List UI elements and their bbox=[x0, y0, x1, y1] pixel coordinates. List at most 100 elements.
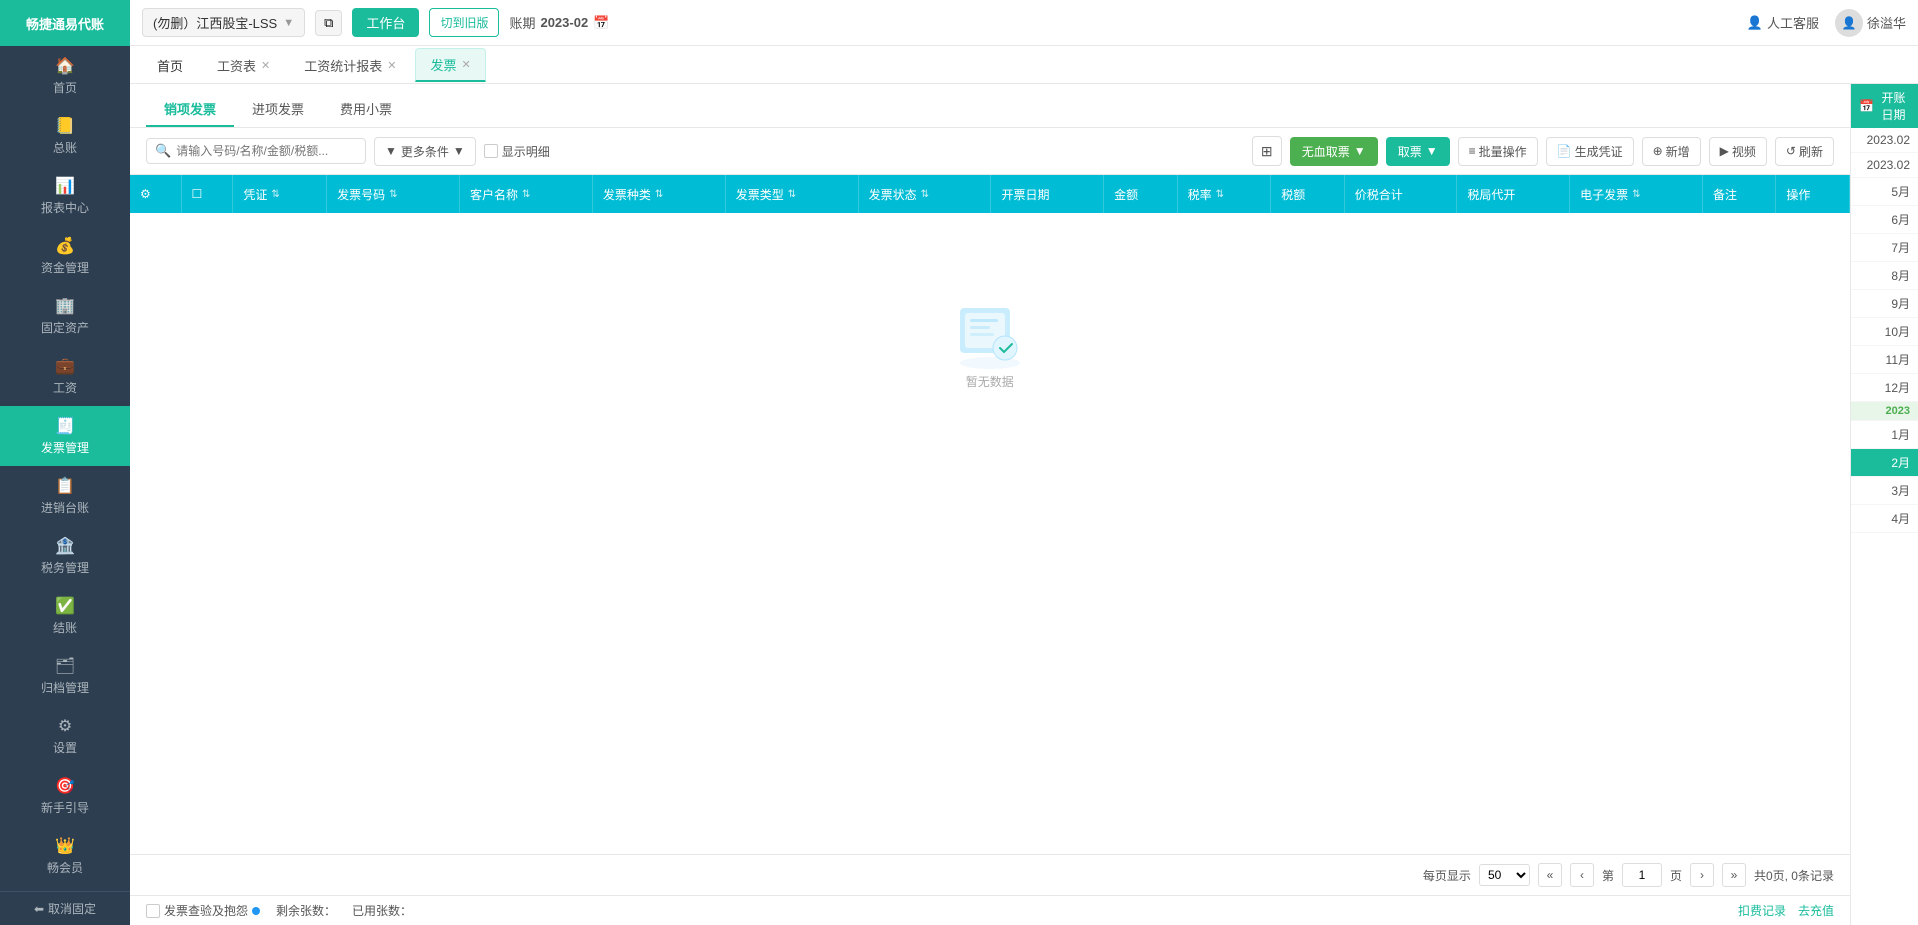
panel-collapse-btn[interactable]: ‹ bbox=[1850, 485, 1851, 525]
date-item-12[interactable]: 2月 bbox=[1851, 449, 1918, 477]
sort-voucher[interactable]: ⇅ bbox=[271, 189, 279, 200]
col-invoice_status[interactable]: 发票状态⇅ bbox=[858, 175, 991, 213]
date-item-1[interactable]: 2023.02 bbox=[1851, 153, 1918, 178]
date-item-6[interactable]: 9月 bbox=[1851, 290, 1918, 318]
video-btn[interactable]: ▶ 视频 bbox=[1709, 137, 1767, 166]
funds-icon: 💰 bbox=[55, 236, 75, 256]
tab-home[interactable]: 首页 bbox=[142, 48, 198, 82]
tab-close-salary[interactable]: ✕ bbox=[261, 59, 270, 72]
col-voucher[interactable]: 凭证⇅ bbox=[233, 175, 327, 213]
empty-icon bbox=[940, 293, 1040, 373]
purchase-sales-icon: 📋 bbox=[55, 476, 75, 496]
tab-close-salary-report[interactable]: ✕ bbox=[387, 59, 396, 72]
copy-btn[interactable]: ⧉ bbox=[315, 10, 342, 36]
sidebar-item-assets[interactable]: 🏢 固定资产 bbox=[0, 286, 130, 346]
gen-voucher-btn[interactable]: 📄 生成凭证 bbox=[1546, 137, 1634, 166]
take-btn[interactable]: 取票 ▼ bbox=[1386, 137, 1450, 166]
open-date-btn[interactable]: 📅 开账日期 bbox=[1851, 84, 1918, 128]
sort-invoice_status[interactable]: ⇅ bbox=[921, 189, 929, 200]
subtab-0[interactable]: 销项发票 bbox=[146, 92, 234, 127]
next-page-btn[interactable]: › bbox=[1690, 863, 1714, 887]
subtab-2[interactable]: 费用小票 bbox=[322, 92, 410, 127]
support-btn[interactable]: 👤 人工客服 bbox=[1747, 13, 1819, 32]
date-item-8[interactable]: 11月 bbox=[1851, 346, 1918, 374]
col-invoice_no[interactable]: 发票号码⇅ bbox=[327, 175, 460, 213]
tab-close-invoice[interactable]: ✕ bbox=[462, 58, 471, 71]
date-item-13[interactable]: 3月 bbox=[1851, 477, 1918, 505]
workspace-btn[interactable]: 工作台 bbox=[352, 8, 419, 37]
date-item-0[interactable]: 2023.02 bbox=[1851, 128, 1918, 153]
filter-btn[interactable]: ▼ 更多条件 ▼ bbox=[374, 137, 476, 166]
date-item-10[interactable]: 2023 bbox=[1851, 402, 1918, 421]
sidebar-item-home[interactable]: 🏠 首页 bbox=[0, 46, 130, 106]
prev-page-btn[interactable]: ‹ bbox=[1570, 863, 1594, 887]
first-page-btn[interactable]: « bbox=[1538, 863, 1562, 887]
unpin-btn[interactable]: ⬅ 取消固定 bbox=[0, 892, 130, 925]
page-input[interactable] bbox=[1622, 863, 1662, 887]
member-icon: 👑 bbox=[55, 836, 75, 856]
fee-record-link[interactable]: 扣费记录 bbox=[1738, 902, 1786, 919]
tab-salary-report[interactable]: 工资统计报表 ✕ bbox=[289, 48, 411, 82]
subtab-1[interactable]: 进项发票 bbox=[234, 92, 322, 127]
date-item-11[interactable]: 1月 bbox=[1851, 421, 1918, 449]
date-item-14[interactable]: 4月 bbox=[1851, 505, 1918, 533]
sidebar-item-member[interactable]: 👑 畅会员 bbox=[0, 826, 130, 886]
sidebar-item-checkout[interactable]: ✅ 结账 bbox=[0, 586, 130, 646]
tab-invoice[interactable]: 发票 ✕ bbox=[415, 48, 485, 82]
sidebar-item-archive[interactable]: 🗂 归档管理 bbox=[0, 646, 130, 706]
toolbar: 🔍 ▼ 更多条件 ▼ 显示明细 ⊞ 无血取票 bbox=[130, 128, 1850, 175]
search-input[interactable] bbox=[176, 144, 357, 158]
col-invoice_category[interactable]: 发票类型⇅ bbox=[725, 175, 858, 213]
sidebar-label-checkout: 结账 bbox=[53, 619, 77, 636]
invoice-check[interactable]: 发票查验及抱怨 bbox=[146, 902, 260, 919]
date-item-9[interactable]: 12月 bbox=[1851, 374, 1918, 402]
sort-invoice_no[interactable]: ⇅ bbox=[389, 189, 397, 200]
date-item-3[interactable]: 6月 bbox=[1851, 206, 1918, 234]
grid-view-btn[interactable]: ⊞ bbox=[1252, 136, 1282, 166]
sidebar-item-ledger[interactable]: 📒 总账 bbox=[0, 106, 130, 166]
date-item-2[interactable]: 5月 bbox=[1851, 178, 1918, 206]
last-page-btn[interactable]: » bbox=[1722, 863, 1746, 887]
col-electronic[interactable]: 电子发票⇅ bbox=[1570, 175, 1703, 213]
sidebar-item-purchase-sales[interactable]: 📋 进销台账 bbox=[0, 466, 130, 526]
recharge-link[interactable]: 去充值 bbox=[1798, 902, 1834, 919]
sort-tax_rate[interactable]: ⇅ bbox=[1216, 189, 1224, 200]
no-take-btn[interactable]: 无血取票 ▼ bbox=[1290, 137, 1378, 166]
col-customer[interactable]: 客户名称⇅ bbox=[459, 175, 592, 213]
main-area: (勿删）江西股宝-LSS ▼ ⧉ 工作台 切到旧版 账期 2023-02 📅 👤… bbox=[130, 0, 1918, 925]
date-item-7[interactable]: 10月 bbox=[1851, 318, 1918, 346]
new-btn[interactable]: ⊕ 新增 bbox=[1642, 137, 1701, 166]
company-selector[interactable]: (勿删）江西股宝-LSS ▼ bbox=[142, 8, 305, 37]
tab-salary[interactable]: 工资表✕ bbox=[202, 48, 285, 82]
invoice-table: ⚙☐凭证⇅发票号码⇅客户名称⇅发票种类⇅发票类型⇅发票状态⇅开票日期金额税率⇅税… bbox=[130, 175, 1850, 470]
sidebar-item-guide[interactable]: 🎯 新手引导 bbox=[0, 766, 130, 826]
checkout-icon: ✅ bbox=[55, 596, 75, 616]
sidebar-item-salary[interactable]: 💼 工资 bbox=[0, 346, 130, 406]
refresh-btn[interactable]: ↺ 刷新 bbox=[1775, 137, 1834, 166]
col-invoice_type[interactable]: 发票种类⇅ bbox=[592, 175, 725, 213]
sort-customer[interactable]: ⇅ bbox=[522, 189, 530, 200]
sort-electronic[interactable]: ⇅ bbox=[1632, 189, 1640, 200]
col-tax_rate[interactable]: 税率⇅ bbox=[1177, 175, 1271, 213]
user-profile[interactable]: 👤 徐溢华 bbox=[1835, 9, 1906, 37]
sidebar-item-invoice[interactable]: 🧾 发票管理 bbox=[0, 406, 130, 466]
guide-icon: 🎯 bbox=[55, 776, 75, 796]
sort-invoice_type[interactable]: ⇅ bbox=[655, 189, 663, 200]
batch-op-btn[interactable]: ≡ 批量操作 bbox=[1458, 137, 1538, 166]
sidebar-item-funds[interactable]: 💰 资金管理 bbox=[0, 226, 130, 286]
tab-label-invoice: 发票 bbox=[430, 55, 456, 74]
date-item-5[interactable]: 8月 bbox=[1851, 262, 1918, 290]
sidebar-item-settings[interactable]: ⚙ 设置 bbox=[0, 706, 130, 766]
col-check: ☐ bbox=[181, 175, 233, 213]
switch-old-btn[interactable]: 切到旧版 bbox=[429, 8, 499, 37]
show-detail-checkbox[interactable]: 显示明细 bbox=[484, 143, 550, 160]
date-item-4[interactable]: 7月 bbox=[1851, 234, 1918, 262]
sort-invoice_category[interactable]: ⇅ bbox=[788, 189, 796, 200]
sidebar-item-tax[interactable]: 🏦 税务管理 bbox=[0, 526, 130, 586]
sidebar-item-reports[interactable]: 📊 报表中心 bbox=[0, 166, 130, 226]
per-page-select[interactable]: 50 10 20 100 bbox=[1479, 864, 1530, 886]
tab-label-salary-report: 工资统计报表 bbox=[304, 56, 382, 75]
sidebar-label-assets: 固定资产 bbox=[41, 319, 89, 336]
remain-count: 剩余张数： bbox=[276, 902, 336, 919]
reports-icon: 📊 bbox=[55, 176, 75, 196]
